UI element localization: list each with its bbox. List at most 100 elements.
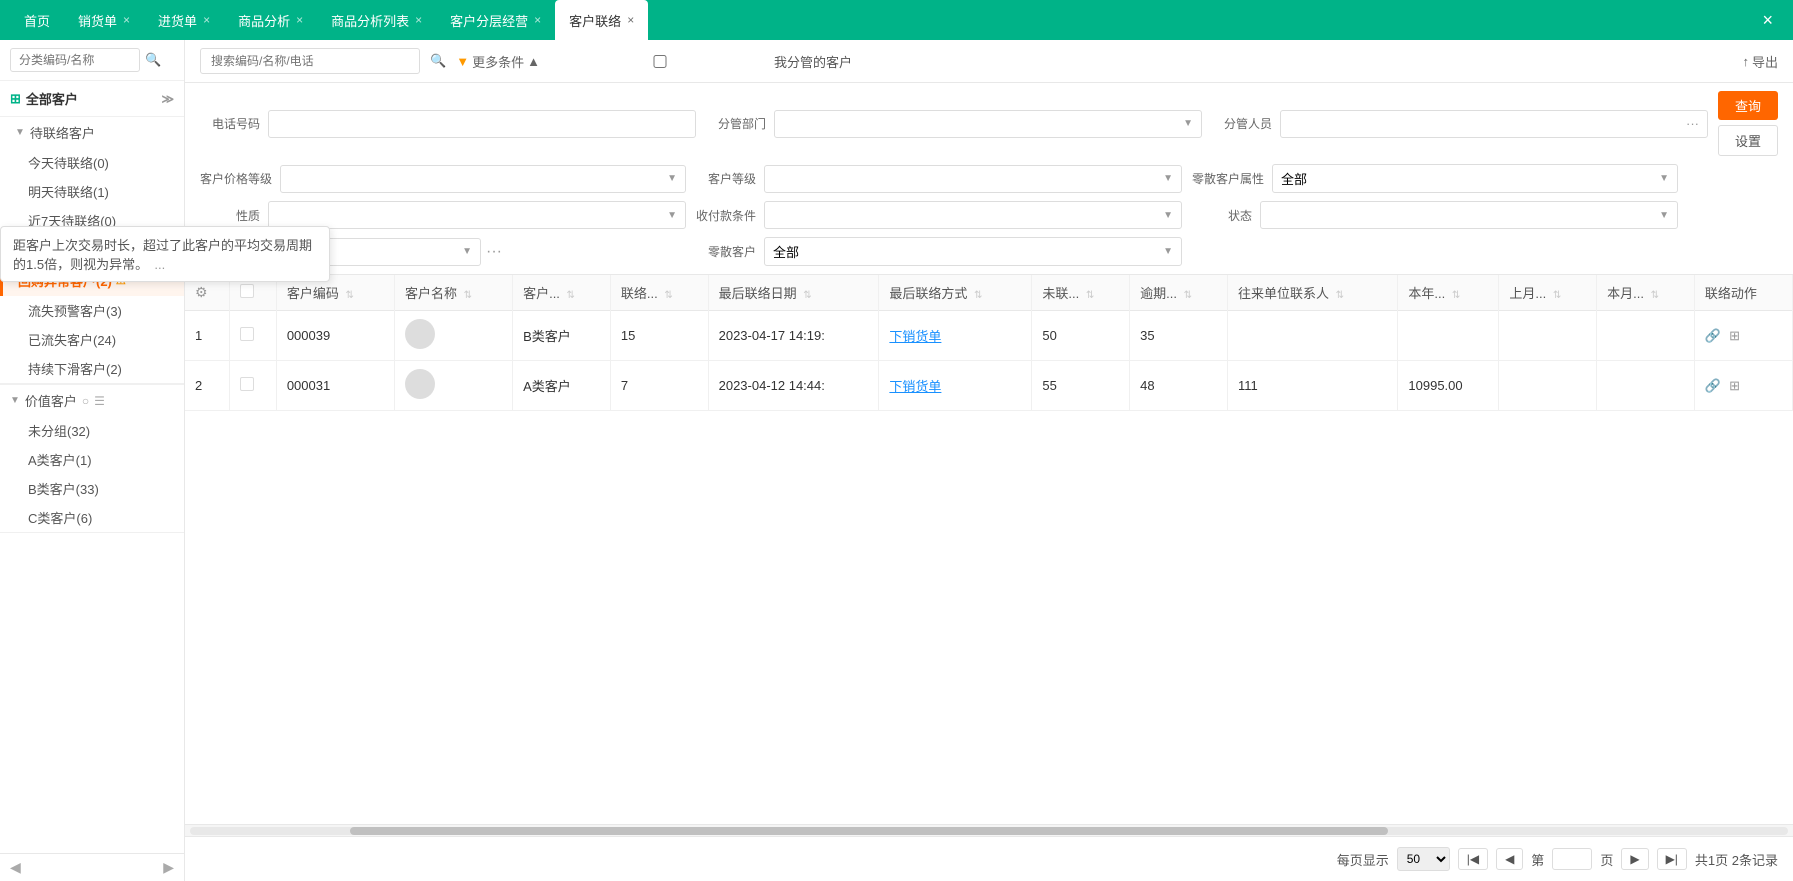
row1-actions: 🔗 ⊞ <box>1694 311 1792 361</box>
nav-item-home[interactable]: 首页 <box>10 0 64 40</box>
manager-label: 分管人员 <box>1212 115 1272 132</box>
sidebar-item-at-risk[interactable]: 流失预警客户(3) <box>0 296 184 325</box>
content-area: 🔍 ▼ 更多条件 ▲ 我分管的客户 ↑ 导出 电话号码 <box>185 40 1793 881</box>
nav-item-product-analysis[interactable]: 商品分析 × <box>224 0 317 40</box>
nav-close-purchase[interactable]: × <box>203 13 210 27</box>
customer-grade-label: 客户等级 <box>696 170 756 187</box>
select-all-checkbox[interactable] <box>240 284 254 298</box>
table-header-row: ⚙ 客户编码 ⇅ 客户名称 ⇅ <box>185 275 1793 311</box>
row1-person <box>1227 311 1397 361</box>
per-page-select[interactable]: 50 100 200 <box>1397 847 1450 871</box>
table-settings-gear[interactable]: ⚙ <box>195 284 208 300</box>
gender-input[interactable]: ▼ <box>268 201 686 229</box>
row1-uncontacted: 50 <box>1032 311 1130 361</box>
row1-link-icon[interactable]: 🔗 <box>1705 328 1721 344</box>
customer-type-more-btn[interactable]: ··· <box>481 243 686 261</box>
manager-input[interactable]: ··· <box>1280 110 1708 138</box>
col-contact-count: 联络... ⇅ <box>610 275 708 311</box>
last-page-btn[interactable]: ▶| <box>1657 848 1687 870</box>
value-customers-title[interactable]: ▼ 价值客户 ○ ☰ <box>0 384 184 416</box>
nav-item-purchase[interactable]: 进货单 × <box>144 0 224 40</box>
sidebar-prev-icon[interactable]: ◀ <box>10 859 21 876</box>
sidebar-item-lost[interactable]: 已流失客户(24) <box>0 325 184 354</box>
row2-checkbox[interactable] <box>240 377 254 391</box>
prev-page-btn[interactable]: ◀ <box>1496 848 1523 870</box>
customer-grade-arrow: ▼ <box>1163 173 1173 184</box>
collapse-icon[interactable]: ≫ <box>161 92 174 106</box>
data-table: ⚙ 客户编码 ⇅ 客户名称 ⇅ <box>185 275 1793 411</box>
row1-checkbox[interactable] <box>240 327 254 341</box>
nav-close-customer-contact[interactable]: × <box>627 13 634 27</box>
first-page-btn[interactable]: |◀ <box>1458 848 1488 870</box>
row1-method-link[interactable]: 下销货单 <box>889 329 941 344</box>
export-btn[interactable]: ↑ 导出 <box>1742 52 1778 71</box>
settings-button[interactable]: 设置 <box>1718 125 1778 156</box>
row2-grid-icon[interactable]: ⊞ <box>1729 378 1740 394</box>
sidebar-item-class-c[interactable]: C类客户(6) <box>0 503 184 532</box>
current-page-input[interactable]: 1 <box>1552 848 1592 870</box>
edit-icon[interactable]: ○ <box>82 394 89 408</box>
price-grade-label: 客户价格等级 <box>200 170 272 187</box>
nav-item-sales[interactable]: 销货单 × <box>64 0 144 40</box>
sidebar-all-customers[interactable]: ⊞ 全部客户 ≫ <box>0 81 184 117</box>
sidebar-search-input[interactable] <box>10 48 140 72</box>
sidebar-item-ungrouped[interactable]: 未分组(32) <box>0 416 184 445</box>
sidebar-item-class-a[interactable]: A类客户(1) <box>0 445 184 474</box>
col-actions: 联络动作 <box>1694 275 1792 311</box>
my-customer-checkbox[interactable] <box>550 55 770 68</box>
main-layout: 🔍 ⊞ 全部客户 ≫ ▼ 待联络客户 今天待联络(0) 明天待联络(1) 近7天… <box>0 40 1793 881</box>
at-risk-label: 流失预警客户(3) <box>28 301 122 320</box>
row2-method-link[interactable]: 下销货单 <box>889 379 941 394</box>
nav-customer-mgmt-label: 客户分层经营 <box>450 11 528 30</box>
config-icon[interactable]: ☰ <box>94 394 105 408</box>
row2-link-icon[interactable]: 🔗 <box>1705 378 1721 394</box>
query-button[interactable]: 查询 <box>1718 91 1778 120</box>
action-buttons: 查询 设置 <box>1718 91 1778 156</box>
customer-grade-input[interactable]: ▼ <box>764 165 1182 193</box>
nav-close-customer-mgmt[interactable]: × <box>534 13 541 27</box>
phone-input[interactable] <box>268 110 696 138</box>
search-input[interactable] <box>200 48 420 74</box>
value-customers-group: ▼ 价值客户 ○ ☰ 未分组(32) A类客户(1) B类客户(33) C类客户… <box>0 384 184 533</box>
row1-name <box>394 311 512 361</box>
more-conditions-btn[interactable]: ▼ 更多条件 ▲ <box>456 52 540 71</box>
col-type: 客户... ⇅ <box>513 275 611 311</box>
my-customer-checkbox-label[interactable]: 我分管的客户 <box>550 52 852 71</box>
nav-close-sales[interactable]: × <box>123 13 130 27</box>
search-icon[interactable]: 🔍 <box>430 53 446 69</box>
sidebar-item-tomorrow[interactable]: 明天待联络(1) <box>0 177 184 206</box>
row1-avatar <box>405 319 435 349</box>
today-label: 今天待联络(0) <box>28 153 109 172</box>
col-overdue: 逾期... ⇅ <box>1130 275 1228 311</box>
retail-customer-input[interactable]: 全部 ▼ <box>764 237 1182 266</box>
sidebar-item-class-b[interactable]: B类客户(33) <box>0 474 184 503</box>
col-this-year: 本年... ⇅ <box>1398 275 1499 311</box>
declining-label: 持续下滑客户(2) <box>28 359 122 378</box>
nav-item-customer-mgmt[interactable]: 客户分层经营 × <box>436 0 555 40</box>
price-grade-arrow: ▼ <box>667 173 677 184</box>
window-close-button[interactable]: × <box>1752 10 1783 31</box>
nav-item-product-list[interactable]: 商品分析列表 × <box>317 0 436 40</box>
nav-item-customer-contact[interactable]: 客户联络 × <box>555 0 648 40</box>
status-input[interactable]: ▼ <box>1260 201 1678 229</box>
sidebar-search-icon[interactable]: 🔍 <box>145 52 161 68</box>
payment-input[interactable]: ▼ <box>764 201 1182 229</box>
manager-more-icon[interactable]: ··· <box>1686 116 1699 131</box>
row2-type: A类客户 <box>513 361 611 411</box>
scrollbar-thumb[interactable] <box>350 827 1389 835</box>
nav-close-product-analysis[interactable]: × <box>296 13 303 27</box>
dept-input[interactable]: ▼ <box>774 110 1202 138</box>
horizontal-scrollbar[interactable] <box>185 824 1793 836</box>
nav-close-product-list[interactable]: × <box>415 13 422 27</box>
dept-arrow-icon: ▼ <box>1183 118 1193 129</box>
retail-attr-input[interactable]: 全部 ▼ <box>1272 164 1678 193</box>
sidebar-bottom-nav: ◀ ▶ <box>0 853 184 881</box>
row1-grid-icon[interactable]: ⊞ <box>1729 328 1740 344</box>
sidebar-next-icon[interactable]: ▶ <box>163 859 174 876</box>
customer-grade-field: 客户等级 ▼ <box>696 165 1182 193</box>
sidebar-item-today[interactable]: 今天待联络(0) <box>0 148 184 177</box>
pending-contact-title[interactable]: ▼ 待联络客户 <box>0 117 184 148</box>
sidebar-item-declining[interactable]: 持续下滑客户(2) <box>0 354 184 383</box>
next-page-btn[interactable]: ▶ <box>1621 848 1648 870</box>
price-grade-input[interactable]: ▼ <box>280 165 686 193</box>
